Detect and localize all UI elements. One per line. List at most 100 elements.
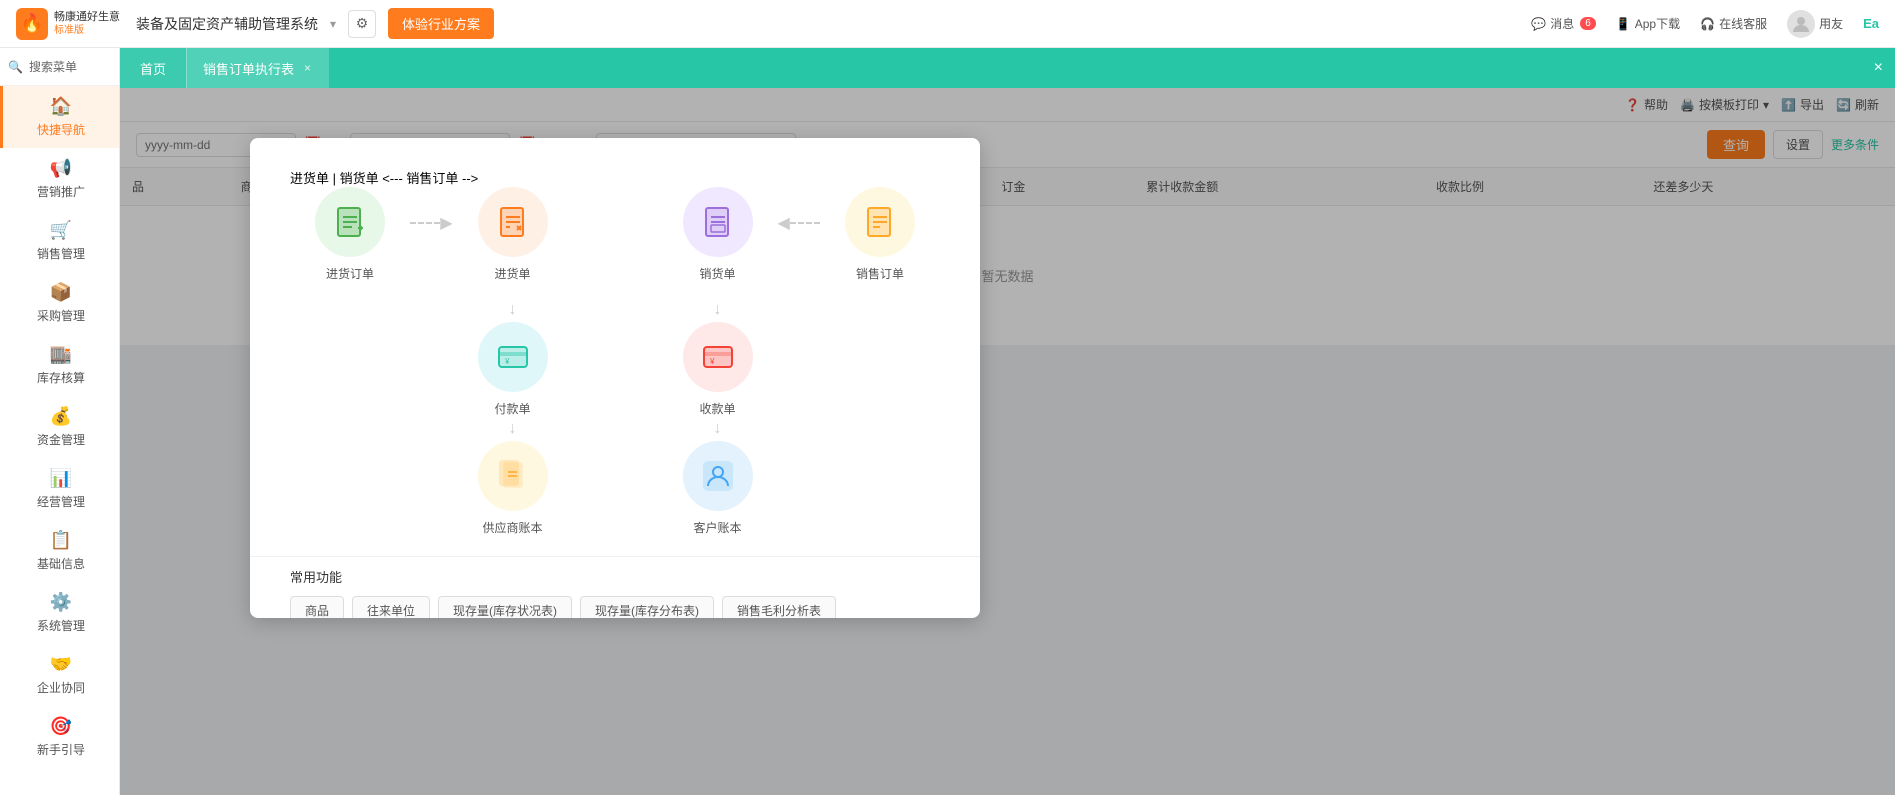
supplier-ledger-label: 供应商账本 — [482, 519, 542, 536]
user-item[interactable]: 用友 — [1787, 10, 1843, 38]
basic-info-icon: 📋 — [50, 530, 72, 551]
sidebar-item-label: 系统管理 — [37, 617, 85, 634]
sales-order-label: 销售订单 — [856, 265, 904, 282]
tab-sales-order[interactable]: 销售订单执行表 × — [186, 48, 329, 88]
sidebar-item-label: 采购管理 — [37, 307, 85, 324]
down-arrow-receipt: ↓ — [714, 298, 722, 322]
finance-icon: 💰 — [50, 406, 72, 427]
flow-row-3: 供应商账本 客户账本 — [290, 441, 940, 536]
sidebar-item-basic-info[interactable]: 📋 基础信息 — [0, 520, 119, 582]
flow-node-sales-order: 销售订单 — [820, 187, 940, 282]
sidebar-item-label: 基础信息 — [37, 555, 85, 572]
sidebar-item-label: 销售管理 — [37, 245, 85, 262]
logo-text: 畅康通好生意 标准版 — [54, 10, 120, 37]
trial-button[interactable]: 体验行业方案 — [388, 8, 494, 39]
sidebar-item-purchase[interactable]: 📦 采购管理 — [0, 272, 119, 334]
supplier-ledger-circle — [478, 441, 548, 511]
top-header: 🔥 畅康通好生意 标准版 装备及固定资产辅助管理系统 ▾ ⚙ 体验行业方案 💬 … — [0, 0, 1895, 48]
page-content: ❓ 帮助 🖨️ 按模板打印 ▾ ⬆️ 导出 🔄 刷新 — [120, 88, 1895, 795]
sidebar-item-operations[interactable]: 📊 经营管理 — [0, 458, 119, 520]
sidebar-item-label: 快捷导航 — [37, 121, 85, 138]
purchase-bill-circle — [478, 187, 548, 257]
common-functions-title: 常用功能 — [290, 567, 940, 586]
flow-node-customer-ledger: 客户账本 — [658, 441, 778, 536]
flow-col-payment: ↓ ¥ 付款单 ↓ — [453, 298, 573, 441]
purchase-bill-label: 进货单 — [494, 265, 530, 282]
sidebar-item-sales[interactable]: 🛒 销售管理 — [0, 210, 119, 272]
sidebar-item-system[interactable]: ⚙️ 系统管理 — [0, 582, 119, 644]
purchase-order-label: 进货订单 — [326, 265, 374, 282]
message-item[interactable]: 💬 消息 6 — [1531, 15, 1596, 32]
down-arrow-payment: ↓ — [509, 298, 517, 322]
marketing-icon: 📢 — [50, 158, 72, 179]
home-icon: 🏠 — [50, 96, 72, 117]
sidebar-item-label: 新手引导 — [37, 741, 85, 758]
search-icon: 🔍 — [8, 60, 23, 74]
btn-stock-status[interactable]: 现存量(库存状况表) — [438, 596, 572, 618]
ea-badge: Ea — [1863, 16, 1879, 31]
tab-close-all[interactable]: × — [1862, 48, 1895, 88]
sidebar-item-label: 企业协同 — [37, 679, 85, 696]
common-buttons-row1: 商品 往来单位 现存量(库存状况表) 现存量(库存分布表) 销售毛利分析表 商品… — [290, 596, 940, 618]
operations-icon: 📊 — [50, 468, 72, 489]
sidebar-item-label: 资金管理 — [37, 431, 85, 448]
main-layout: 🔍 搜索菜单 🏠 快捷导航 📢 营销推广 🛒 销售管理 📦 采购管理 🏬 库存核… — [0, 48, 1895, 795]
btn-stock-dist[interactable]: 现存量(库存分布表) — [580, 596, 714, 618]
newuser-icon: 🎯 — [50, 716, 72, 737]
sidebar-item-newuser[interactable]: 🎯 新手引导 — [0, 706, 119, 768]
purchase-order-circle — [315, 187, 385, 257]
tab-bar: 首页 销售订单执行表 × × — [120, 48, 1895, 88]
sidebar-item-quick-nav[interactable]: 🏠 快捷导航 — [0, 86, 119, 148]
sidebar-item-inventory[interactable]: 🏬 库存核算 — [0, 334, 119, 396]
overlay: 进货单 | 销货单 <--- 销售订单 --> 进货订单 — [120, 88, 1895, 795]
arrow-1: ▶ — [410, 213, 453, 257]
inventory-icon: 🏬 — [50, 344, 72, 365]
btn-supplier-customer[interactable]: 往来单位 — [352, 596, 430, 618]
sales-icon: 🛒 — [50, 220, 72, 241]
sales-bill-label: 销货单 — [699, 265, 735, 282]
logo-area: 🔥 畅康通好生意 标准版 — [16, 8, 136, 40]
sidebar-item-collab[interactable]: 🤝 企业协同 — [0, 644, 119, 706]
headset-icon: 🎧 — [1700, 17, 1715, 31]
receipt-circle: ¥ — [683, 322, 753, 392]
popup-box: 进货单 | 销货单 <--- 销售订单 --> 进货订单 — [250, 138, 980, 618]
tab-home[interactable]: 首页 — [120, 48, 186, 88]
system-icon: ⚙️ — [50, 592, 72, 613]
app-download-item[interactable]: 📱 App下载 — [1616, 15, 1680, 32]
flow-section: 进货单 | 销货单 <--- 销售订单 --> 进货订单 — [250, 138, 980, 556]
logo-icon: 🔥 — [16, 8, 48, 40]
flow-col-receipt: ↓ ¥ 收款单 ↓ — [658, 298, 778, 441]
sidebar-search[interactable]: 🔍 搜索菜单 — [0, 48, 119, 86]
sidebar-item-label: 营销推广 — [37, 183, 85, 200]
tab-close-button[interactable]: × — [302, 59, 313, 77]
arrow-2: ◀ — [778, 213, 821, 257]
sidebar: 🔍 搜索菜单 🏠 快捷导航 📢 营销推广 🛒 销售管理 📦 采购管理 🏬 库存核… — [0, 48, 120, 795]
purchase-icon: 📦 — [50, 282, 72, 303]
customer-ledger-label: 客户账本 — [693, 519, 741, 536]
dropdown-arrow[interactable]: ▾ — [330, 17, 336, 31]
common-functions-section: 常用功能 商品 往来单位 现存量(库存状况表) 现存量(库存分布表) 销售毛利分… — [250, 556, 980, 618]
payment-label: 付款单 — [494, 400, 530, 417]
header-center: 装备及固定资产辅助管理系统 ▾ ⚙ 体验行业方案 — [136, 8, 1531, 39]
flow-node-supplier-ledger: 供应商账本 — [453, 441, 573, 536]
message-badge: 6 — [1580, 17, 1596, 30]
flow-row-2: ↓ ¥ 付款单 ↓ ↓ — [290, 298, 940, 441]
sidebar-item-finance[interactable]: 💰 资金管理 — [0, 396, 119, 458]
flow-row-1: 进货订单 ▶ — [290, 187, 940, 282]
sidebar-item-marketing[interactable]: 📢 营销推广 — [0, 148, 119, 210]
svg-text:¥: ¥ — [709, 357, 715, 366]
content-area: 首页 销售订单执行表 × × ❓ 帮助 🖨️ 按模板打印 ▾ — [120, 48, 1895, 795]
down-arrow-customer: ↓ — [714, 417, 722, 441]
btn-sales-profit[interactable]: 销售毛利分析表 — [722, 596, 836, 618]
sidebar-item-label: 经营管理 — [37, 493, 85, 510]
customer-ledger-circle — [683, 441, 753, 511]
gear-button[interactable]: ⚙ — [348, 10, 376, 38]
svg-text:¥: ¥ — [504, 357, 510, 366]
btn-product[interactable]: 商品 — [290, 596, 344, 618]
flow-node-purchase-bill: 进货单 — [453, 187, 573, 282]
phone-icon: 📱 — [1616, 17, 1631, 31]
system-title: 装备及固定资产辅助管理系统 — [136, 14, 318, 34]
online-service-item[interactable]: 🎧 在线客服 — [1700, 15, 1767, 32]
down-arrow-supplier: ↓ — [509, 417, 517, 441]
collab-icon: 🤝 — [50, 654, 72, 675]
